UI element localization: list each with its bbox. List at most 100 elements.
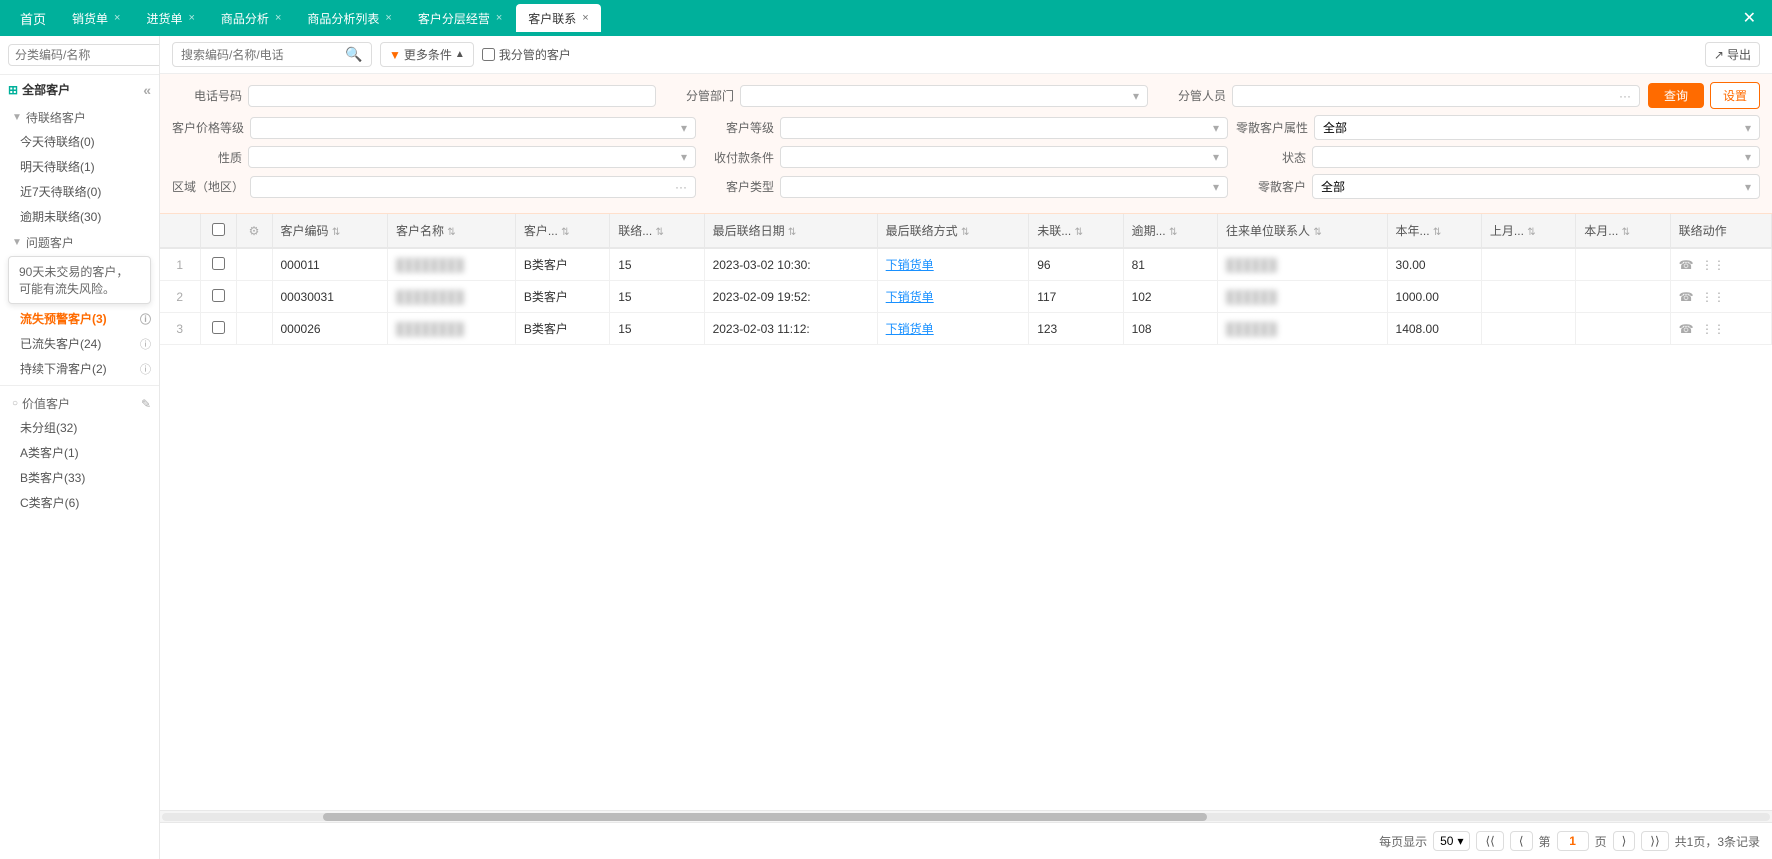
filter-scatter-attr-select[interactable]: 全部 ▾: [1314, 115, 1760, 140]
sidebar-item-tomorrow-pending[interactable]: 明天待联络(1): [0, 154, 159, 179]
filter-price-tier-select[interactable]: ▾: [250, 117, 696, 139]
row-checkbox[interactable]: [212, 321, 225, 334]
col-header-contact[interactable]: 联络... ⇅: [610, 214, 704, 248]
sidebar-group-value[interactable]: ○ 价值客户 ✎: [0, 390, 159, 415]
tab-customer-tier[interactable]: 客户分层经营 ×: [406, 4, 514, 32]
per-page-select[interactable]: 50 ▾: [1433, 831, 1470, 851]
cell-last-date: 2023-02-03 11:12:: [704, 313, 877, 345]
row-checkbox[interactable]: [212, 289, 225, 302]
last-way-link[interactable]: 下销货单: [886, 258, 934, 272]
table-row: 3 000026 ████████ B类客户 15 2023-02-03 11:…: [160, 313, 1772, 345]
tab-customer-contact[interactable]: 客户联系 ×: [516, 4, 600, 32]
col-header-unit-contact[interactable]: 往来单位联系人 ⇅: [1217, 214, 1387, 248]
col-header-name[interactable]: 客户名称 ⇅: [387, 214, 515, 248]
tab-customer-contact-close[interactable]: ×: [582, 12, 588, 24]
cell-check[interactable]: [200, 281, 236, 313]
action-more-icon[interactable]: ⋮⋮: [1701, 322, 1725, 336]
col-header-this-month[interactable]: 本月... ⇅: [1576, 214, 1670, 248]
filter-scatter-select[interactable]: 全部 ▾: [1312, 174, 1760, 199]
chevron-down-icon-nature: ▾: [681, 150, 687, 164]
col-header-type[interactable]: 客户... ⇅: [515, 214, 609, 248]
col-header-this-year[interactable]: 本年... ⇅: [1387, 214, 1481, 248]
page-input[interactable]: [1557, 831, 1589, 851]
col-header-settings[interactable]: ⚙: [236, 214, 272, 248]
col-header-overdue[interactable]: 逾期... ⇅: [1123, 214, 1217, 248]
filter-nature-select[interactable]: ▾: [248, 146, 696, 168]
sidebar-group-problem[interactable]: ▼ 问题客户: [0, 229, 159, 254]
action-more-icon[interactable]: ⋮⋮: [1701, 290, 1725, 304]
action-phone-icon[interactable]: ☎: [1679, 258, 1694, 272]
settings-button[interactable]: 设置: [1710, 82, 1760, 109]
col-header-no-contact[interactable]: 未联... ⇅: [1029, 214, 1123, 248]
tab-product-analysis-close[interactable]: ×: [275, 12, 281, 24]
page-next-btn[interactable]: ⟩: [1613, 831, 1636, 851]
last-way-link[interactable]: 下销货单: [886, 322, 934, 336]
last-way-link[interactable]: 下销货单: [886, 290, 934, 304]
page-last-btn[interactable]: ⟩⟩: [1641, 831, 1668, 851]
sidebar-item-overdue-pending[interactable]: 逾期未联络(30): [0, 204, 159, 229]
filter-customer-tier-label: 客户等级: [704, 119, 774, 136]
filter-phone-input[interactable]: [248, 85, 656, 107]
tab-purchase-order[interactable]: 进货单 ×: [134, 4, 206, 32]
search-icon-btn[interactable]: 🔍: [345, 46, 362, 63]
search-input[interactable]: [181, 48, 341, 62]
action-phone-icon[interactable]: ☎: [1679, 290, 1694, 304]
page-first-btn[interactable]: ⟨⟨: [1476, 831, 1503, 851]
sidebar-item-churn-warning[interactable]: 流失预警客户(3) ⓘ: [0, 306, 159, 331]
edit-icon-value[interactable]: ✎: [141, 397, 151, 411]
filter-customer-tier-select[interactable]: ▾: [780, 117, 1228, 139]
tab-product-analysis-list[interactable]: 商品分析列表 ×: [295, 4, 403, 32]
cell-check[interactable]: [200, 248, 236, 281]
sidebar-search-input[interactable]: [8, 44, 160, 66]
col-header-last-way[interactable]: 最后联络方式 ⇅: [877, 214, 1029, 248]
sidebar-item-a-class[interactable]: A类客户(1): [0, 440, 159, 465]
select-all-checkbox[interactable]: [212, 223, 225, 236]
col-header-last-month[interactable]: 上月... ⇅: [1481, 214, 1575, 248]
sidebar-item-b-class[interactable]: B类客户(33): [0, 465, 159, 490]
sidebar-collapse-btn[interactable]: «: [143, 82, 151, 98]
tab-sales-order[interactable]: 销货单 ×: [60, 4, 132, 32]
cell-last-way[interactable]: 下销货单: [877, 313, 1029, 345]
action-phone-icon[interactable]: ☎: [1679, 322, 1694, 336]
col-header-last-date[interactable]: 最后联络日期 ⇅: [704, 214, 877, 248]
query-button[interactable]: 查询: [1648, 83, 1704, 108]
cell-last-way[interactable]: 下销货单: [877, 248, 1029, 281]
cell-settings: [236, 248, 272, 281]
cell-last-way[interactable]: 下销货单: [877, 281, 1029, 313]
cell-check[interactable]: [200, 313, 236, 345]
page-prev-btn[interactable]: ⟨: [1510, 831, 1533, 851]
sidebar-item-c-class[interactable]: C类客户(6): [0, 490, 159, 515]
my-customers-checkbox[interactable]: [482, 48, 495, 61]
export-btn[interactable]: ↗ 导出: [1705, 42, 1760, 67]
sort-icon-unit-contact: ⇅: [1313, 227, 1321, 238]
sidebar-item-ungrouped[interactable]: 未分组(32): [0, 415, 159, 440]
sidebar-all-customers[interactable]: ⊞ 全部客户 «: [0, 75, 159, 104]
filter-payment-select[interactable]: ▾: [780, 146, 1228, 168]
sidebar-item-churned[interactable]: 已流失客户(24) ⓘ: [0, 331, 159, 356]
sidebar-item-week-pending[interactable]: 近7天待联络(0): [0, 179, 159, 204]
col-header-code[interactable]: 客户编码 ⇅: [272, 214, 387, 248]
action-more-icon[interactable]: ⋮⋮: [1701, 258, 1725, 272]
tab-customer-tier-close[interactable]: ×: [496, 12, 502, 24]
sidebar-item-today-pending[interactable]: 今天待联络(0): [0, 129, 159, 154]
tab-purchase-order-close[interactable]: ×: [188, 12, 194, 24]
sidebar-group-pending[interactable]: ▼ 待联络客户: [0, 104, 159, 129]
my-customers-checkbox-wrap[interactable]: 我分管的客户: [482, 46, 571, 63]
tab-home[interactable]: 首页: [8, 9, 58, 28]
filter-more-btn[interactable]: ▼ 更多条件 ▲: [380, 42, 474, 67]
row-checkbox[interactable]: [212, 257, 225, 270]
filter-manager-select[interactable]: ···: [1232, 85, 1640, 107]
filter-dept-select[interactable]: ▾: [740, 85, 1148, 107]
cell-code: 000011: [272, 248, 387, 281]
filter-status-select[interactable]: ▾: [1312, 146, 1760, 168]
tab-product-analysis[interactable]: 商品分析 ×: [209, 4, 293, 32]
filter-region-select[interactable]: ···: [250, 176, 696, 198]
window-close-icon[interactable]: ✕: [1735, 8, 1764, 28]
sidebar-item-declining[interactable]: 持续下滑客户(2) ⓘ: [0, 356, 159, 381]
tab-sales-order-close[interactable]: ×: [114, 12, 120, 24]
bottom-scrollbar[interactable]: [160, 810, 1772, 822]
col-header-check[interactable]: [200, 214, 236, 248]
tab-product-analysis-list-close[interactable]: ×: [385, 12, 391, 24]
filter-ctype-select[interactable]: ▾: [780, 176, 1228, 198]
filter-region: 区域（地区） ···: [172, 176, 696, 198]
